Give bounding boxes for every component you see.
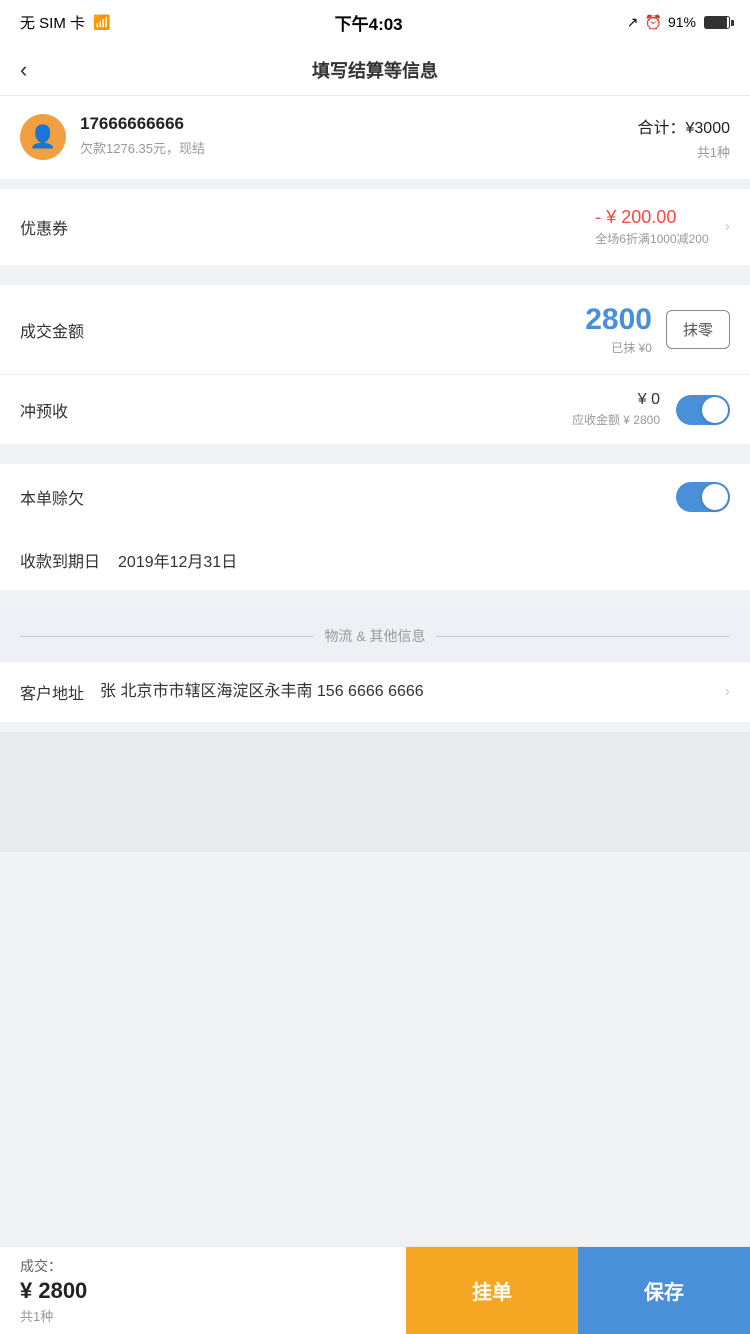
precollect-toggle[interactable] bbox=[676, 395, 730, 425]
save-button[interactable]: 保存 bbox=[578, 1247, 750, 1334]
address-row[interactable]: 客户地址 张 北京市市辖区海淀区永丰南 156 6666 6666 › bbox=[0, 662, 750, 722]
status-right: ↗ ⏰ 91% bbox=[627, 14, 730, 31]
precollect-right: ¥ 0 应收金额 ¥ 2800 bbox=[572, 391, 730, 428]
customer-debt: 欠款1276.35元，现结 bbox=[80, 138, 205, 157]
amount-section: 成交金额 2800 已抹 ¥0 抹零 冲预收 ¥ 0 应收金额 ¥ 2800 bbox=[0, 285, 750, 444]
due-date-label: 收款到期日 bbox=[20, 548, 100, 572]
amount-right: 2800 已抹 ¥0 抹零 bbox=[585, 303, 730, 356]
bottom-deal-label: 成交： bbox=[20, 1256, 386, 1276]
due-date-value: 2019年12月31日 bbox=[118, 548, 237, 572]
amount-row: 成交金额 2800 已抹 ¥0 抹零 bbox=[0, 285, 750, 374]
bottom-gray-area bbox=[0, 732, 750, 852]
address-text: 张 北京市市辖区海淀区永丰南 156 6666 6666 bbox=[100, 680, 719, 704]
coupon-section[interactable]: 优惠券 - ¥ 200.00 全场6折满1000减200 › bbox=[0, 189, 750, 265]
avatar: 👤 bbox=[20, 114, 66, 160]
customer-info: 17666666666 欠款1276.35元，现结 bbox=[80, 114, 205, 157]
precollect-label: 冲预收 bbox=[20, 398, 68, 422]
precollect-values: ¥ 0 应收金额 ¥ 2800 bbox=[572, 391, 660, 428]
logistics-header-text: 物流 & 其他信息 bbox=[324, 626, 425, 646]
status-left: 无 SIM 卡 📶 bbox=[20, 12, 110, 33]
wifi-icon: 📶 bbox=[93, 14, 110, 31]
back-button[interactable]: ‹ bbox=[20, 59, 27, 81]
amount-number: 2800 bbox=[585, 303, 652, 337]
precollect-amount: ¥ 0 bbox=[572, 391, 660, 409]
coupon-desc: 全场6折满1000减200 bbox=[595, 230, 708, 247]
debt-section: 本单赊欠 收款到期日 2019年12月31日 bbox=[0, 464, 750, 590]
debt-row: 本单赊欠 bbox=[0, 464, 750, 530]
status-time: 下午4:03 bbox=[335, 10, 403, 35]
battery-percent: 91% bbox=[668, 14, 696, 30]
debt-toggle-knob bbox=[702, 484, 728, 510]
address-label: 客户地址 bbox=[20, 680, 84, 704]
location-icon: ↗ bbox=[627, 14, 639, 31]
nav-bar: ‹ 填写结算等信息 bbox=[0, 44, 750, 96]
address-section[interactable]: 客户地址 张 北京市市辖区海淀区永丰南 156 6666 6666 › bbox=[0, 662, 750, 722]
address-chevron-icon: › bbox=[725, 683, 730, 701]
debt-label: 本单赊欠 bbox=[20, 485, 84, 509]
header-line-right bbox=[436, 636, 730, 637]
section-divider-1 bbox=[0, 275, 750, 285]
bottom-count: 共1种 bbox=[20, 1306, 386, 1325]
status-bar: 无 SIM 卡 📶 下午4:03 ↗ ⏰ 91% bbox=[0, 0, 750, 44]
hang-button[interactable]: 挂单 bbox=[406, 1247, 578, 1334]
customer-left: 👤 17666666666 欠款1276.35元，现结 bbox=[20, 114, 205, 160]
amount-label: 成交金额 bbox=[20, 318, 84, 342]
coupon-row[interactable]: 优惠券 - ¥ 200.00 全场6折满1000减200 › bbox=[0, 189, 750, 265]
carrier-text: 无 SIM 卡 bbox=[20, 12, 85, 33]
customer-phone: 17666666666 bbox=[80, 114, 205, 134]
alarm-icon: ⏰ bbox=[645, 14, 662, 31]
coupon-value: - ¥ 200.00 bbox=[595, 207, 708, 228]
customer-total: 合计：¥3000 bbox=[638, 114, 731, 138]
bottom-bar: 成交： ¥ 2800 共1种 挂单 保存 bbox=[0, 1246, 750, 1334]
customer-right: 合计：¥3000 共1种 bbox=[638, 114, 731, 161]
bottom-info: 成交： ¥ 2800 共1种 bbox=[0, 1256, 406, 1325]
bottom-price: ¥ 2800 bbox=[20, 1278, 386, 1304]
logistics-header: 物流 & 其他信息 bbox=[0, 610, 750, 662]
amount-sub: 已抹 ¥0 bbox=[585, 339, 652, 356]
coupon-chevron-icon: › bbox=[725, 218, 730, 236]
coupon-right: - ¥ 200.00 全场6折满1000减200 › bbox=[595, 207, 730, 247]
battery-icon bbox=[704, 16, 730, 29]
precollect-receivable: 应收金额 ¥ 2800 bbox=[572, 411, 660, 428]
section-divider-3 bbox=[0, 600, 750, 610]
due-date-row: 收款到期日 2019年12月31日 bbox=[0, 530, 750, 590]
precollect-row: 冲预收 ¥ 0 应收金额 ¥ 2800 bbox=[0, 374, 750, 444]
section-divider-2 bbox=[0, 454, 750, 464]
customer-count: 共1种 bbox=[638, 142, 731, 161]
zero-button[interactable]: 抹零 bbox=[666, 310, 730, 349]
customer-section: 👤 17666666666 欠款1276.35元，现结 合计：¥3000 共1种 bbox=[0, 96, 750, 179]
toggle-knob bbox=[702, 397, 728, 423]
coupon-label: 优惠券 bbox=[20, 215, 68, 239]
header-line-left bbox=[20, 636, 314, 637]
main-content: 👤 17666666666 欠款1276.35元，现结 合计：¥3000 共1种… bbox=[0, 96, 750, 942]
page-title: 填写结算等信息 bbox=[312, 57, 438, 83]
debt-toggle[interactable] bbox=[676, 482, 730, 512]
